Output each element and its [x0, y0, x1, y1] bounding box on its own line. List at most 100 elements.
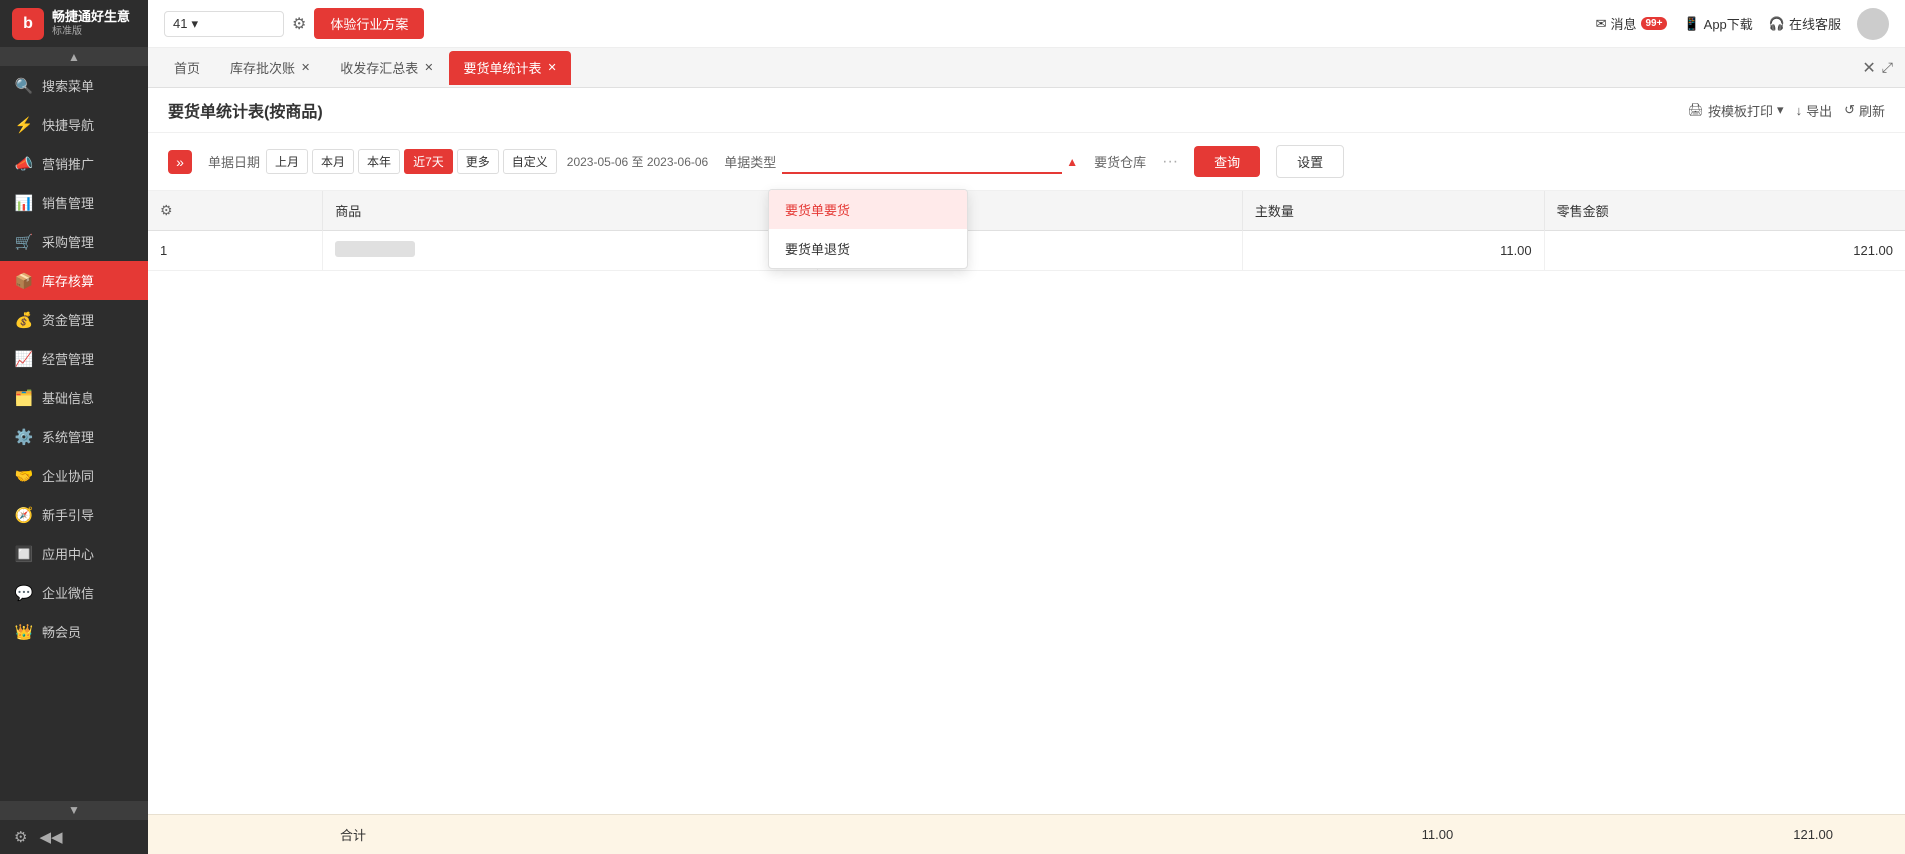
sidebar-item-wechat[interactable]: 💬企业微信 [0, 573, 148, 612]
sidebar-item-label-inventory: 库存核算 [42, 271, 94, 290]
tab-stock-batch[interactable]: 库存批次账✕ [216, 51, 324, 85]
tab-order-stats[interactable]: 要货单统计表 ✕ [449, 51, 570, 85]
sidebar-item-quick-nav[interactable]: ⚡快捷导航 [0, 105, 148, 144]
date-btn-更多[interactable]: 更多 [457, 149, 499, 174]
online-service-action[interactable]: 🎧 在线客服 [1769, 14, 1841, 33]
td-seq-0: 1 [148, 231, 323, 271]
sidebar-item-vip[interactable]: 👑畅会员 [0, 612, 148, 651]
sidebar-item-basic[interactable]: 🗂️基础信息 [0, 378, 148, 417]
refresh-action[interactable]: ↺ 刷新 [1844, 101, 1885, 120]
purchase-icon: 🛒 [14, 233, 34, 251]
tabbar: 首页库存批次账✕ 收发存汇总表 ✕ 要货单统计表 ✕ ✕ ⤢ [148, 48, 1905, 88]
sidebar-item-sales[interactable]: 📊销售管理 [0, 183, 148, 222]
th-quantity: 主数量 [1242, 191, 1544, 231]
sidebar-scroll-down[interactable]: ▼ [0, 801, 148, 819]
filter-more-icon[interactable]: ··· [1162, 153, 1178, 171]
messages-action[interactable]: ✉ 消息 99+ [1596, 14, 1668, 33]
date-btn-自定义[interactable]: 自定义 [503, 149, 557, 174]
type-select-input[interactable] [782, 149, 1062, 174]
table-footer: 合计 11.00 121.00 [148, 814, 1905, 854]
print-action[interactable]: 🖨 按模板打印 ▾ [1688, 101, 1784, 120]
tab-label-recv-summary: 收发存汇总表 [340, 58, 418, 77]
phone-icon: 📱 [1683, 16, 1699, 32]
sidebar-item-label-quick-nav: 快捷导航 [42, 115, 94, 134]
sidebar: b 畅捷通好生意 标准版 ▲ 🔍搜索菜单⚡快捷导航📣营销推广📊销售管理 🛒 采购管理… [0, 0, 148, 854]
sidebar-item-inventory[interactable]: 📦 库存核算 [0, 261, 148, 300]
export-icon: ↓ [1796, 103, 1803, 118]
date-filter-group: 单据日期 上月本月本年近7天更多自定义 2023-05-06 至 2023-06… [208, 149, 708, 174]
sidebar-item-enterprise[interactable]: 🤝 企业协同 [0, 456, 148, 495]
setting-button[interactable]: 设置 [1276, 145, 1344, 178]
filter-bar: » 单据日期 上月本月本年近7天更多自定义 2023-05-06 至 2023-… [148, 133, 1905, 191]
tabbar-expand-icon[interactable]: ⤢ [1882, 59, 1893, 76]
sidebar-item-label-purchase: 采购管理 [42, 232, 94, 251]
main-content: 41 ▾ ⚙ 体验行业方案 ✉ 消息 99+ 📱 App下载 🎧 在线客服 首页… [148, 0, 1905, 854]
sidebar-item-system[interactable]: ⚙️ 系统管理 [0, 417, 148, 456]
dropdown-item-order-goods[interactable]: 要货单要货 [769, 190, 967, 229]
product-blurred-0 [335, 241, 415, 257]
sidebar-item-label-guide: 新手引导 [42, 505, 94, 524]
topbar: 41 ▾ ⚙ 体验行业方案 ✉ 消息 99+ 📱 App下载 🎧 在线客服 [148, 0, 1905, 48]
app-download-action[interactable]: 📱 App下载 [1683, 14, 1752, 33]
date-btn-上月[interactable]: 上月 [266, 149, 308, 174]
operations-icon: 📈 [14, 350, 34, 368]
query-button[interactable]: 查询 [1194, 146, 1260, 177]
filter-expand-button[interactable]: » [168, 150, 192, 174]
tab-label-order-stats: 要货单统计表 [463, 58, 541, 77]
date-filter-label: 单据日期 [208, 152, 260, 171]
date-btn-本年[interactable]: 本年 [358, 149, 400, 174]
trial-button[interactable]: 体验行业方案 [314, 8, 424, 39]
avatar[interactable] [1857, 8, 1889, 40]
warehouse-filter-label: 要货仓库 [1094, 152, 1146, 171]
th-gear[interactable]: ⚙ [148, 191, 323, 231]
tab-close-order-stats[interactable]: ✕ [548, 61, 557, 74]
th-product: 商品 [323, 191, 818, 231]
td-product-0 [323, 231, 818, 271]
inventory-icon: 📦 [14, 272, 34, 290]
sidebar-item-apps[interactable]: 🔲应用中心 [0, 534, 148, 573]
company-selector[interactable]: 41 ▾ [164, 11, 284, 37]
sidebar-item-label-search: 搜索菜单 [42, 76, 94, 95]
finance-icon: 💰 [14, 311, 34, 329]
sidebar-item-operations[interactable]: 📈 经营管理 [0, 339, 148, 378]
sidebar-item-finance[interactable]: 💰资金管理 [0, 300, 148, 339]
footer-amount: 121.00 [1793, 827, 1833, 842]
type-dropdown: 要货单要货要货单退货 [768, 189, 968, 269]
app-title: 畅捷通好生意 标准版 [52, 9, 130, 39]
sidebar-item-label-system: 系统管理 [42, 427, 94, 446]
sidebar-item-label-basic: 基础信息 [42, 388, 94, 407]
tab-close-recv-summary[interactable]: ✕ [424, 61, 433, 74]
dropdown-item-order-return[interactable]: 要货单退货 [769, 229, 967, 268]
topbar-left: 41 ▾ ⚙ 体验行业方案 [164, 8, 1584, 39]
tab-home[interactable]: 首页 [160, 51, 214, 85]
type-select-arrow-icon[interactable]: ▲ [1066, 155, 1078, 169]
sidebar-header: b 畅捷通好生意 标准版 [0, 0, 148, 48]
system-icon: ⚙️ [14, 428, 34, 446]
topbar-gear-icon[interactable]: ⚙ [292, 14, 306, 34]
sidebar-item-purchase[interactable]: 🛒 采购管理 [0, 222, 148, 261]
tab-close-stock-batch[interactable]: ✕ [301, 61, 310, 74]
type-filter-label: 单据类型 [724, 152, 776, 171]
print-chevron-icon: ▾ [1777, 102, 1784, 118]
sidebar-item-label-sales: 销售管理 [42, 193, 94, 212]
message-icon: ✉ [1596, 16, 1607, 32]
enterprise-icon: 🤝 [14, 467, 34, 485]
sidebar-scroll-up[interactable]: ▲ [0, 48, 148, 66]
sidebar-item-marketing[interactable]: 📣营销推广 [0, 144, 148, 183]
topbar-right: ✉ 消息 99+ 📱 App下载 🎧 在线客服 [1596, 8, 1889, 40]
date-btn-近7天[interactable]: 近7天 [404, 149, 453, 174]
sidebar-item-label-enterprise: 企业协同 [42, 466, 94, 485]
sidebar-item-label-operations: 经营管理 [42, 349, 94, 368]
sidebar-item-search[interactable]: 🔍搜索菜单 [0, 66, 148, 105]
sidebar-item-guide[interactable]: 🧭新手引导 [0, 495, 148, 534]
collapse-footer-icon[interactable]: ◀◀ [39, 828, 62, 846]
date-btn-本月[interactable]: 本月 [312, 149, 354, 174]
export-action[interactable]: ↓ 导出 [1796, 101, 1833, 120]
settings-footer-icon[interactable]: ⚙ [14, 828, 27, 846]
sidebar-nav: 🔍搜索菜单⚡快捷导航📣营销推广📊销售管理 🛒 采购管理 📦 库存核算 💰资金管理 📈 经营管理… [0, 66, 148, 801]
wechat-icon: 💬 [14, 584, 34, 602]
sidebar-footer: ⚙ ◀◀ [0, 819, 148, 854]
tab-recv-summary[interactable]: 收发存汇总表 ✕ [326, 51, 447, 85]
footer-label: 合计 [340, 825, 366, 844]
tabbar-close-all[interactable]: ✕ [1862, 58, 1875, 78]
